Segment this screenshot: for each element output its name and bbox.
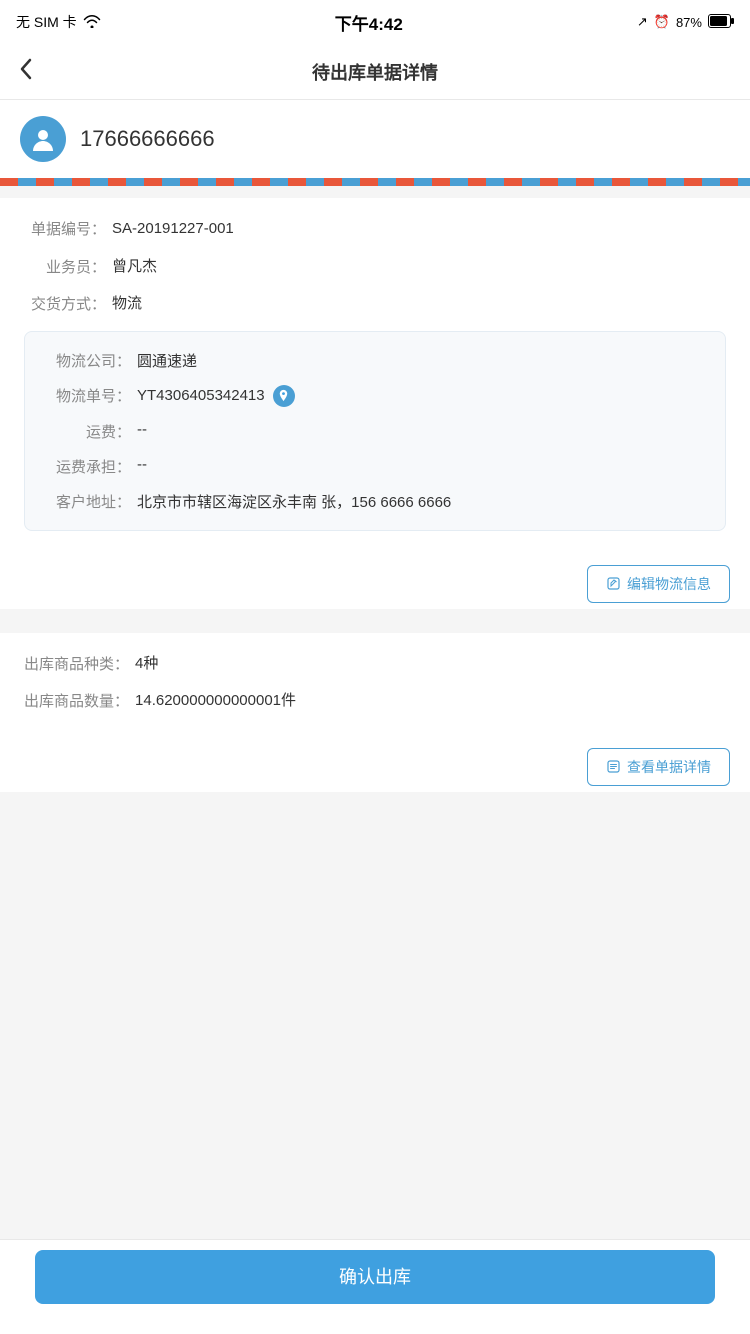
logistics-freight-bearer-label: 运费承担：: [49, 456, 131, 477]
dashed-divider: [0, 178, 750, 186]
product-quantity-value: 14.620000000000001件: [135, 690, 726, 713]
status-left: 无 SIM 卡: [16, 12, 101, 32]
edit-logistics-row: 编辑物流信息: [0, 551, 750, 609]
product-type-value: 4种: [135, 653, 726, 676]
tracking-location-button[interactable]: [273, 385, 295, 407]
view-detail-row: 查看单据详情: [0, 734, 750, 792]
page-title: 待出库单据详情: [312, 59, 438, 85]
nav-bar: 待出库单据详情: [0, 44, 750, 100]
product-section: 出库商品种类： 4种 出库商品数量： 14.620000000000001件: [0, 633, 750, 734]
logistics-freight-bearer-row: 运费承担： --: [49, 456, 705, 477]
sim-label: 无 SIM 卡: [16, 12, 77, 32]
battery-label: 87%: [676, 15, 702, 30]
order-info-section: 单据编号： SA-20191227-001 业务员： 曾凡杰 交货方式： 物流 …: [0, 198, 750, 551]
logistics-freight-row: 运费： --: [49, 421, 705, 442]
salesperson-row: 业务员： 曾凡杰: [24, 256, 726, 280]
battery-icon: [708, 14, 734, 31]
logistics-address-label: 客户地址：: [49, 491, 131, 512]
logistics-freight-bearer-value: --: [137, 456, 705, 473]
logistics-tracking-row: 物流单号： YT4306405342413: [49, 385, 705, 407]
logistics-tracking-value: YT4306405342413: [137, 385, 705, 407]
doc-number-row: 单据编号： SA-20191227-001: [24, 218, 726, 242]
logistics-card: 物流公司： 圆通速递 物流单号： YT4306405342413 运费： -- …: [24, 331, 726, 531]
product-type-row: 出库商品种类： 4种: [24, 653, 726, 677]
back-button[interactable]: [12, 50, 40, 94]
customer-header: 17666666666: [0, 100, 750, 178]
logistics-freight-value: --: [137, 421, 705, 438]
salesperson-label: 业务员：: [24, 256, 106, 280]
logistics-company-row: 物流公司： 圆通速递: [49, 350, 705, 371]
logistics-tracking-label: 物流单号：: [49, 385, 131, 406]
logistics-company-label: 物流公司：: [49, 350, 131, 371]
confirm-outbound-button[interactable]: 确认出库: [35, 1250, 715, 1304]
bottom-space: [0, 792, 750, 912]
location-icon: ↗: [637, 14, 648, 30]
confirm-btn-wrapper: 确认出库: [0, 1239, 750, 1334]
logistics-address-row: 客户地址： 北京市市辖区海淀区永丰南 张，156 6666 6666: [49, 491, 705, 512]
delivery-method-label: 交货方式：: [24, 293, 106, 317]
view-detail-label: 查看单据详情: [627, 757, 711, 777]
product-quantity-label: 出库商品数量：: [24, 690, 129, 714]
wifi-icon: [83, 14, 101, 31]
customer-phone: 17666666666: [80, 126, 215, 152]
salesperson-value: 曾凡杰: [112, 256, 726, 279]
product-type-label: 出库商品种类：: [24, 653, 129, 677]
delivery-method-value: 物流: [112, 293, 726, 316]
delivery-method-row: 交货方式： 物流: [24, 293, 726, 317]
edit-logistics-button[interactable]: 编辑物流信息: [587, 565, 730, 603]
product-quantity-row: 出库商品数量： 14.620000000000001件: [24, 690, 726, 714]
avatar: [20, 116, 66, 162]
logistics-freight-label: 运费：: [49, 421, 131, 442]
view-detail-button[interactable]: 查看单据详情: [587, 748, 730, 786]
logistics-address-value: 北京市市辖区海淀区永丰南 张，156 6666 6666: [137, 491, 705, 512]
status-time: 下午4:42: [335, 10, 403, 35]
edit-logistics-label: 编辑物流信息: [627, 574, 711, 594]
doc-number-label: 单据编号：: [24, 218, 106, 242]
status-bar: 无 SIM 卡 下午4:42 ↗ ⏰ 87%: [0, 0, 750, 44]
alarm-icon: ⏰: [654, 14, 670, 30]
edit-icon: [606, 576, 621, 591]
status-right: ↗ ⏰ 87%: [637, 14, 734, 31]
doc-number-value: SA-20191227-001: [112, 218, 726, 241]
section-gap-1: [0, 609, 750, 621]
list-icon: [606, 759, 621, 774]
logistics-company-value: 圆通速递: [137, 350, 705, 371]
